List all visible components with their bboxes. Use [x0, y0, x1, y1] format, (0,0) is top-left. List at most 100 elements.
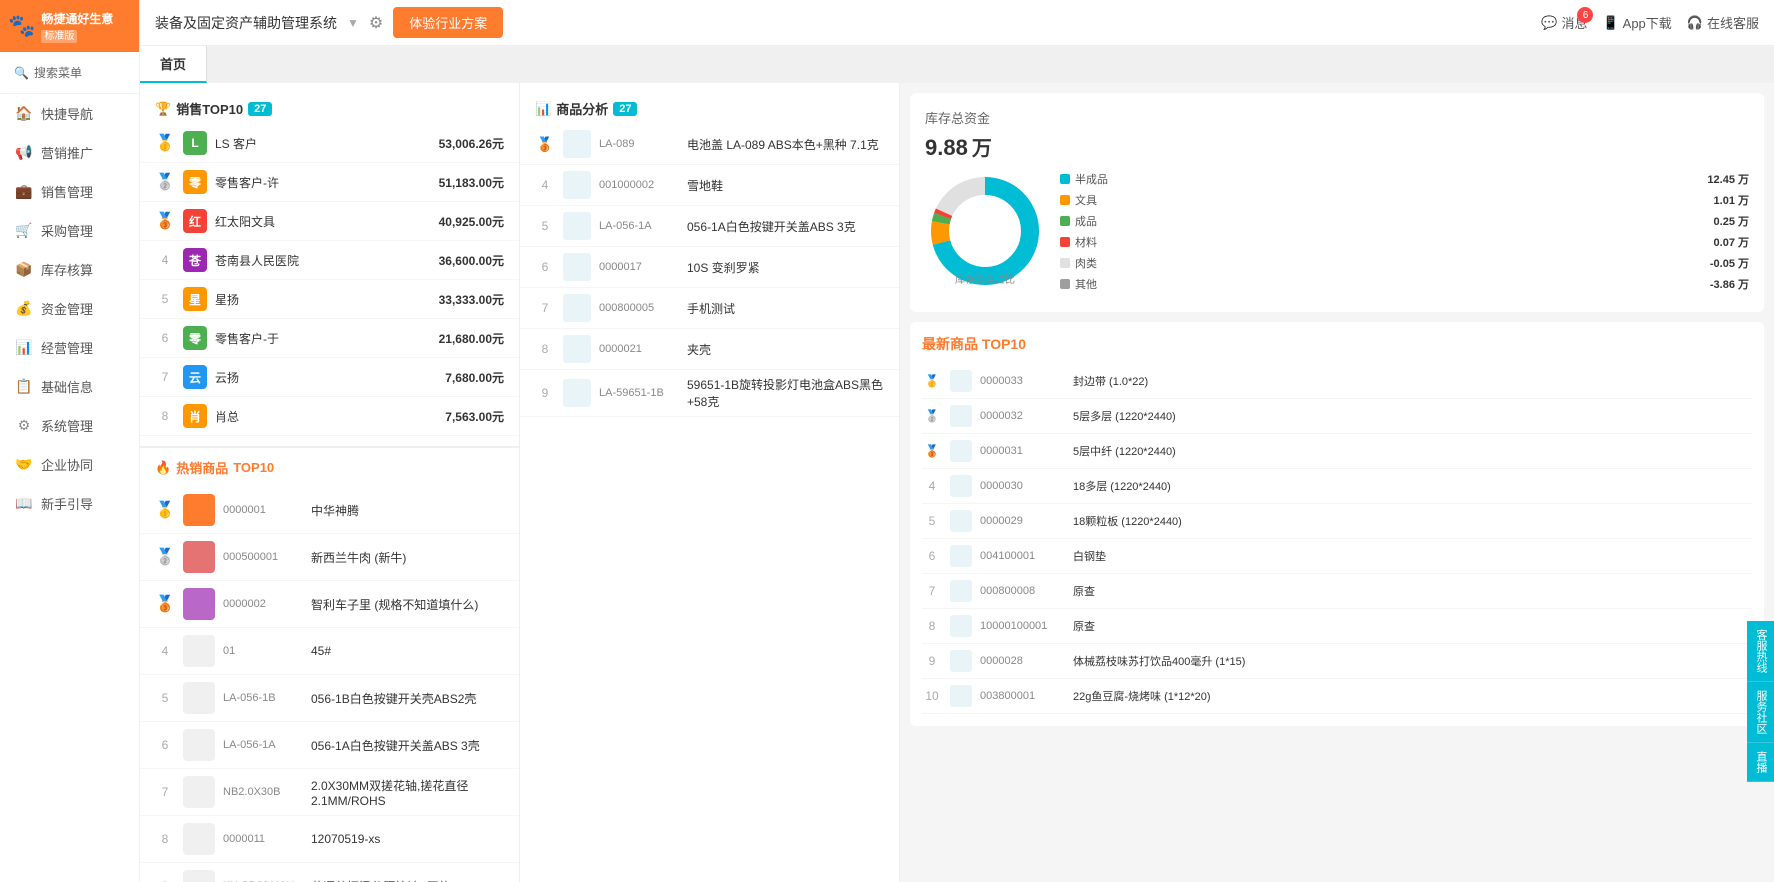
hot-thumb-2 — [183, 541, 215, 573]
search-icon: 🔍 — [14, 66, 29, 80]
gear-icon: ⚙ — [15, 417, 33, 435]
customer-avatar-4: 苍 — [183, 248, 207, 272]
megaphone-icon: 📢 — [15, 144, 33, 162]
float-buttons: 客服热线 服务社区 直播 — [1747, 621, 1774, 782]
new-product-num-10: 10 — [922, 689, 942, 703]
chart-legend: 半成品 12.45 万 文具 1.01 万 成品 0 — [1060, 171, 1749, 297]
trial-button[interactable]: 体验行业方案 — [393, 7, 503, 38]
new-product-item: 🥈 0000032 5层多层 (1220*2440) — [922, 399, 1752, 434]
product-analysis-item: 4 001000002 雪地鞋 — [520, 165, 899, 206]
legend-dot-4 — [1060, 237, 1070, 247]
online-service-button[interactable]: 🎧 在线客服 — [1687, 13, 1759, 32]
new-product-num-9: 9 — [922, 654, 942, 668]
dropdown-icon[interactable]: ▼ — [347, 16, 359, 30]
product-thumb-6 — [563, 253, 591, 281]
list-icon: 📋 — [15, 378, 33, 396]
sidebar-item-quicknav[interactable]: 🏠 快捷导航 — [0, 94, 139, 133]
hot-product-item: 🥇 0000001 中华神腾 — [140, 487, 519, 534]
system-name: 装备及固定资产辅助管理系统 — [155, 13, 337, 33]
hot-thumb-7 — [183, 776, 215, 808]
customer-rank-item: 6 零 零售客户-于 21,680.00元 — [140, 319, 519, 358]
sidebar-item-finance[interactable]: 💰 资金管理 — [0, 289, 139, 328]
app-logo: 🐾 畅捷通好生意 标准版 — [0, 0, 139, 52]
new-product-num-8: 8 — [922, 619, 942, 633]
search-section: 🔍 搜索菜单 — [0, 52, 139, 94]
hot-product-item: 8 0000011 12070519-xs — [140, 816, 519, 863]
new-product-item: 8 10000100001 原查 — [922, 609, 1752, 644]
hot-product-item: 4 01 45# — [140, 628, 519, 675]
service-community-button[interactable]: 服务社区 — [1747, 682, 1774, 743]
rank-num-7: 7 — [155, 370, 175, 384]
rank-medal-2: 🥈 — [155, 172, 175, 192]
chart-subtitle: 库存资金占比 — [925, 271, 1045, 286]
product-analysis-item: 5 LA-056-1A 056-1A白色按键开关盖ABS 3克 — [520, 206, 899, 247]
new-product-thumb-1 — [950, 370, 972, 392]
header: 装备及固定资产辅助管理系统 ▼ ⚙ 体验行业方案 💬 消息 6 📱 App下载 … — [140, 0, 1774, 46]
legend-dot-3 — [1060, 216, 1070, 226]
home-icon: 🏠 — [15, 105, 33, 123]
product-analysis-item: 8 0000021 夹壳 — [520, 329, 899, 370]
new-product-item: 4 0000030 18多层 (1220*2440) — [922, 469, 1752, 504]
sidebar-item-guide[interactable]: 📖 新手引导 — [0, 484, 139, 523]
sidebar-item-sales[interactable]: 💼 销售管理 — [0, 172, 139, 211]
customer-rank-item: 7 云 云扬 7,680.00元 — [140, 358, 519, 397]
new-product-item: 🥉 0000031 5层中纤 (1220*2440) — [922, 434, 1752, 469]
legend-item-4: 材料 0.07 万 — [1060, 234, 1749, 250]
product-analysis-item: 9 LA-59651-1B 59651-1B旋转投影灯电池盒ABS黑色+58克 — [520, 370, 899, 417]
new-product-medal-3: 🥉 — [922, 444, 942, 458]
new-product-thumb-2 — [950, 405, 972, 427]
sidebar-item-purchase[interactable]: 🛒 采购管理 — [0, 211, 139, 250]
product-thumb-8 — [563, 335, 591, 363]
new-product-thumb-9 — [950, 650, 972, 672]
hot-rank-6: 6 — [155, 738, 175, 752]
customer-avatar-7: 云 — [183, 365, 207, 389]
tab-home[interactable]: 首页 — [140, 46, 207, 83]
legend-dot-2 — [1060, 195, 1070, 205]
app-download-button[interactable]: 📱 App下载 — [1602, 13, 1671, 32]
new-product-thumb-5 — [950, 510, 972, 532]
sales-icon: 💼 — [15, 183, 33, 201]
phone-icon: 📱 — [1602, 15, 1618, 31]
top-customers-header: 🏆 销售TOP10 27 — [140, 93, 519, 124]
sidebar-item-operations[interactable]: 📊 经营管理 — [0, 328, 139, 367]
message-button[interactable]: 💬 消息 6 — [1541, 13, 1587, 32]
chart-area: 库存资金占比 半成品 12.45 万 文具 1.01 万 — [925, 171, 1749, 297]
rank-medal-1: 🥇 — [155, 133, 175, 153]
legend-dot-6 — [1060, 279, 1070, 289]
hot-rank-8: 8 — [155, 832, 175, 846]
product-analysis-item: 6 0000017 10S 变刹罗紧 — [520, 247, 899, 288]
sidebar-item-cooperation[interactable]: 🤝 企业协同 — [0, 445, 139, 484]
hot-thumb-5 — [183, 682, 215, 714]
settings-icon[interactable]: ⚙ — [369, 13, 383, 33]
hot-thumb-9 — [183, 870, 215, 882]
rank-num-6: 6 — [155, 331, 175, 345]
sidebar-item-marketing[interactable]: 📢 营销推广 — [0, 133, 139, 172]
sidebar-item-basics[interactable]: 📋 基础信息 — [0, 367, 139, 406]
customer-avatar-3: 红 — [183, 209, 207, 233]
legend-item-3: 成品 0.25 万 — [1060, 213, 1749, 229]
product-analysis-header: 📊 商品分析 27 — [520, 93, 899, 124]
new-product-num-5: 5 — [922, 514, 942, 528]
product-thumb-7 — [563, 294, 591, 322]
rank-num-8: 8 — [155, 409, 175, 423]
sidebar-item-inventory[interactable]: 📦 库存核算 — [0, 250, 139, 289]
customer-rank-item: 🥉 红 红太阳文具 40,925.00元 — [140, 202, 519, 241]
customer-avatar-6: 零 — [183, 326, 207, 350]
new-product-num-6: 6 — [922, 549, 942, 563]
box-icon: 📦 — [15, 261, 33, 279]
new-products-title: 最新商品 TOP10 — [922, 334, 1752, 354]
live-button[interactable]: 直播 — [1747, 743, 1774, 782]
customer-avatar-1: L — [183, 131, 207, 155]
logo-title: 畅捷通好生意 — [41, 10, 113, 27]
hot-rank-2: 🥈 — [155, 547, 175, 567]
customer-service-button[interactable]: 客服热线 — [1747, 621, 1774, 682]
customer-rank-item: 🥈 零 零售客户-许 51,183.00元 — [140, 163, 519, 202]
product-thumb-4 — [563, 171, 591, 199]
message-icon: 💬 — [1541, 15, 1557, 31]
search-menu-button[interactable]: 🔍 搜索菜单 — [10, 60, 129, 85]
legend-item-1: 半成品 12.45 万 — [1060, 171, 1749, 187]
new-product-item: 5 0000029 18颗粒板 (1220*2440) — [922, 504, 1752, 539]
cart-icon: 🛒 — [15, 222, 33, 240]
sidebar-item-system[interactable]: ⚙ 系统管理 — [0, 406, 139, 445]
tab-navigation: 首页 — [140, 46, 1774, 83]
